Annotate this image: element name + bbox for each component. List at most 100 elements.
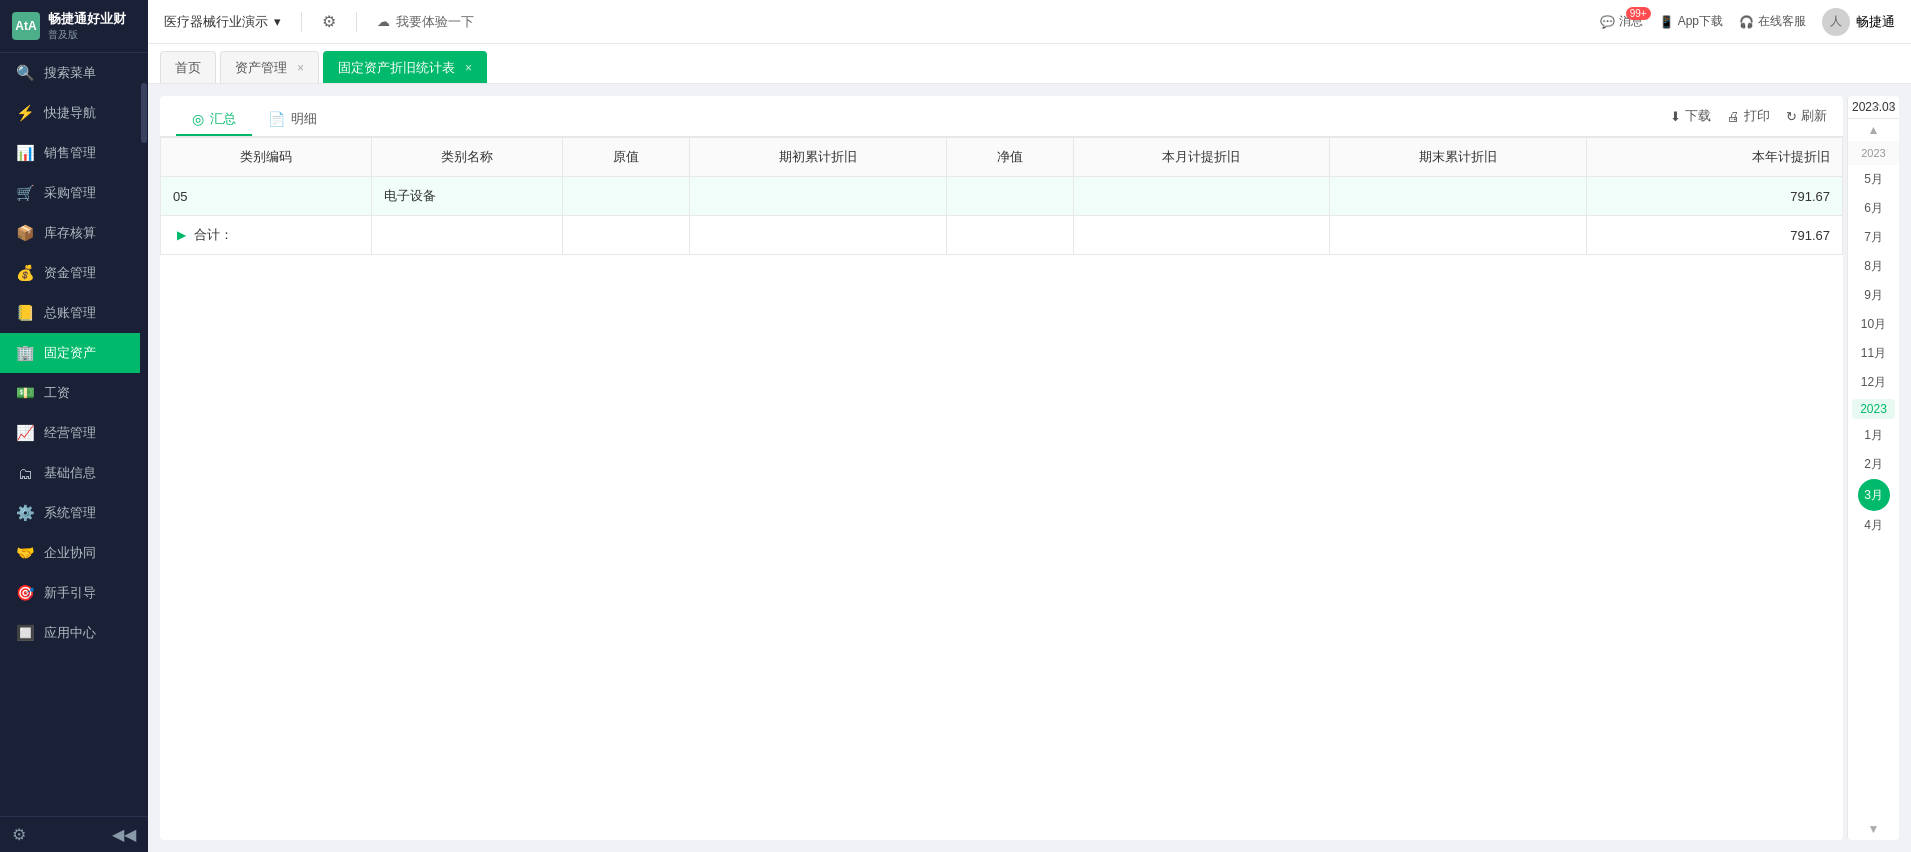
tab-home[interactable]: 首页 — [160, 51, 216, 83]
sidebar-item-basic[interactable]: 🗂基础信息 — [0, 453, 140, 493]
sidebar-scrollbar[interactable] — [140, 53, 148, 816]
sidebar-item-ledger[interactable]: 📒总账管理 — [0, 293, 140, 333]
finance-icon: 💰 — [16, 264, 34, 282]
date-panel-header: 2023.03 ⤢ × — [1848, 96, 1899, 119]
purchase-icon: 🛒 — [16, 184, 34, 202]
sidebar-item-label-sales: 销售管理 — [44, 144, 96, 162]
sidebar-item-label-inventory: 库存核算 — [44, 224, 96, 242]
appcenter-icon: 🔲 — [16, 624, 34, 642]
sidebar-item-guide[interactable]: 🎯 新手引导 — [0, 573, 140, 613]
main-panel: ◎ 汇总 📄 明细 ⬇ 下载 🖨 打印 — [160, 96, 1843, 840]
sidebar-item-sales[interactable]: 📊销售管理 — [0, 133, 140, 173]
refresh-btn[interactable]: ↻ 刷新 — [1786, 107, 1827, 125]
subtab-detail-label: 明细 — [291, 110, 317, 128]
message-icon: 💬 — [1600, 15, 1615, 29]
date-6[interactable]: 6月 — [1848, 194, 1899, 223]
date-nav-down[interactable]: ▼ — [1848, 818, 1899, 840]
total-period-end — [1330, 216, 1586, 255]
sidebar-item-finance[interactable]: 💰资金管理 — [0, 253, 140, 293]
cell-monthly-dep — [1073, 177, 1329, 216]
operation-icon: 📈 — [16, 424, 34, 442]
table-wrap: 类别编码 类别名称 原值 期初累计折旧 净值 本月计提折旧 期末累计折旧 本年计… — [160, 137, 1843, 840]
date-nav-up[interactable]: ▲ — [1848, 119, 1899, 141]
sidebar-item-salary[interactable]: 💵工资 — [0, 373, 140, 413]
tab-depreciation[interactable]: 固定资产折旧统计表 × — [323, 51, 487, 83]
sidebar-item-appcenter[interactable]: 🔲应用中心 — [0, 613, 140, 653]
sidebar-item-fixedasset[interactable]: 🏢固定资产 — [0, 333, 140, 373]
app-icon: 📱 — [1659, 15, 1674, 29]
app-download-btn[interactable]: 📱 App下载 — [1659, 13, 1723, 30]
sidebar-item-purchase[interactable]: 🛒采购管理 — [0, 173, 140, 213]
subtab-detail[interactable]: 📄 明细 — [252, 104, 333, 136]
date-12[interactable]: 12月 — [1848, 368, 1899, 397]
col-year-depreciation: 本年计提折旧 — [1586, 138, 1842, 177]
tabs-bar: 首页 资产管理 × 固定资产折旧统计表 × — [148, 44, 1911, 84]
date-7[interactable]: 7月 — [1848, 223, 1899, 252]
date-5[interactable]: 5月 — [1848, 165, 1899, 194]
topbar-settings-icon[interactable]: ⚙ — [322, 12, 336, 31]
date-2[interactable]: 2月 — [1848, 450, 1899, 479]
print-btn[interactable]: 🖨 打印 — [1727, 107, 1770, 125]
date-1[interactable]: 1月 — [1848, 421, 1899, 450]
sidebar-footer: ⚙ ◀◀ — [0, 816, 148, 852]
date-9[interactable]: 9月 — [1848, 281, 1899, 310]
sidebar-item-system[interactable]: ⚙️系统管理 — [0, 493, 140, 533]
sidebar-item-label-collab: 企业协同 — [44, 544, 96, 562]
guide-icon: 🎯 — [16, 584, 34, 602]
toolbar: ⬇ 下载 🖨 打印 ↻ 刷新 — [1670, 107, 1827, 133]
sidebar-item-operation[interactable]: 📈经营管理 — [0, 413, 140, 453]
table-header: 类别编码 类别名称 原值 期初累计折旧 净值 本月计提折旧 期末累计折旧 本年计… — [161, 138, 1843, 177]
col-category-name: 类别名称 — [371, 138, 563, 177]
date-close-icon[interactable]: × — [1888, 100, 1895, 114]
sidebar-item-quicknav[interactable]: ⚡快捷导航 — [0, 93, 140, 133]
cell-original-value — [563, 177, 690, 216]
ledger-icon: 📒 — [16, 304, 34, 322]
date-10[interactable]: 10月 — [1848, 310, 1899, 339]
collapse-icon[interactable]: ◀◀ — [112, 825, 136, 844]
message-btn[interactable]: 💬 消息 99+ — [1600, 13, 1643, 30]
sidebar-item-inventory[interactable]: 📦 库存核算 — [0, 213, 140, 253]
sidebar-logo: AtA — [12, 12, 40, 40]
tab-home-label: 首页 — [175, 59, 201, 77]
online-service-btn[interactable]: 🎧 在线客服 — [1739, 13, 1806, 30]
col-category-code: 类别编码 — [161, 138, 372, 177]
sidebar-nav: 🔍 搜索菜单 ⚡快捷导航📊销售管理🛒采购管理 📦 库存核算 💰资金管理📒总账管理🏢固定资产… — [0, 53, 140, 816]
date-11[interactable]: 11月 — [1848, 339, 1899, 368]
date-expand-icon[interactable]: ⤢ — [1871, 100, 1881, 114]
tab-depreciation-label: 固定资产折旧统计表 — [338, 59, 455, 77]
search-icon: 🔍 — [16, 64, 34, 82]
main-area: 医疗器械行业演示 ▾ ⚙ ☁ 我要体验一下 💬 消息 99+ 📱 App下载 🎧… — [148, 0, 1911, 852]
tab-depreciation-close[interactable]: × — [465, 61, 472, 75]
date-3-selected[interactable]: 3月 — [1858, 479, 1890, 511]
avatar: 人 — [1822, 8, 1850, 36]
experience-btn[interactable]: ☁ 我要体验一下 — [377, 13, 474, 31]
cell-period-end — [1330, 177, 1586, 216]
tab-asset-mgmt[interactable]: 资产管理 × — [220, 51, 319, 83]
refresh-label: 刷新 — [1801, 107, 1827, 125]
topbar-divider2 — [356, 12, 357, 32]
sidebar-item-label-basic: 基础信息 — [44, 464, 96, 482]
sidebar-item-label-quicknav: 快捷导航 — [44, 104, 96, 122]
col-net-value: 净值 — [946, 138, 1073, 177]
inventory-icon: 📦 — [16, 224, 34, 242]
total-name-cell — [371, 216, 563, 255]
settings-icon[interactable]: ⚙ — [12, 825, 26, 844]
sidebar-scrollbar-thumb — [141, 83, 147, 143]
user-menu[interactable]: 人 畅捷通 — [1822, 8, 1895, 36]
date-4[interactable]: 4月 — [1848, 511, 1899, 540]
sidebar-item-label-search: 搜索菜单 — [44, 64, 96, 82]
download-btn[interactable]: ⬇ 下载 — [1670, 107, 1711, 125]
tab-asset-mgmt-close[interactable]: × — [297, 61, 304, 75]
subtab-summary[interactable]: ◎ 汇总 — [176, 104, 252, 136]
sidebar-item-label-guide: 新手引导 — [44, 584, 96, 602]
service-icon: 🎧 — [1739, 15, 1754, 29]
table-header-row: 类别编码 类别名称 原值 期初累计折旧 净值 本月计提折旧 期末累计折旧 本年计… — [161, 138, 1843, 177]
experience-label: 我要体验一下 — [396, 13, 474, 31]
table-body: 05 电子设备 791.67 ▶ 合计： — [161, 177, 1843, 255]
sidebar-item-collab[interactable]: 🤝企业协同 — [0, 533, 140, 573]
cloud-icon: ☁ — [377, 14, 390, 29]
company-selector[interactable]: 医疗器械行业演示 ▾ — [164, 13, 281, 31]
date-8[interactable]: 8月 — [1848, 252, 1899, 281]
sidebar-item-search[interactable]: 🔍 搜索菜单 — [0, 53, 140, 93]
refresh-icon: ↻ — [1786, 109, 1797, 124]
